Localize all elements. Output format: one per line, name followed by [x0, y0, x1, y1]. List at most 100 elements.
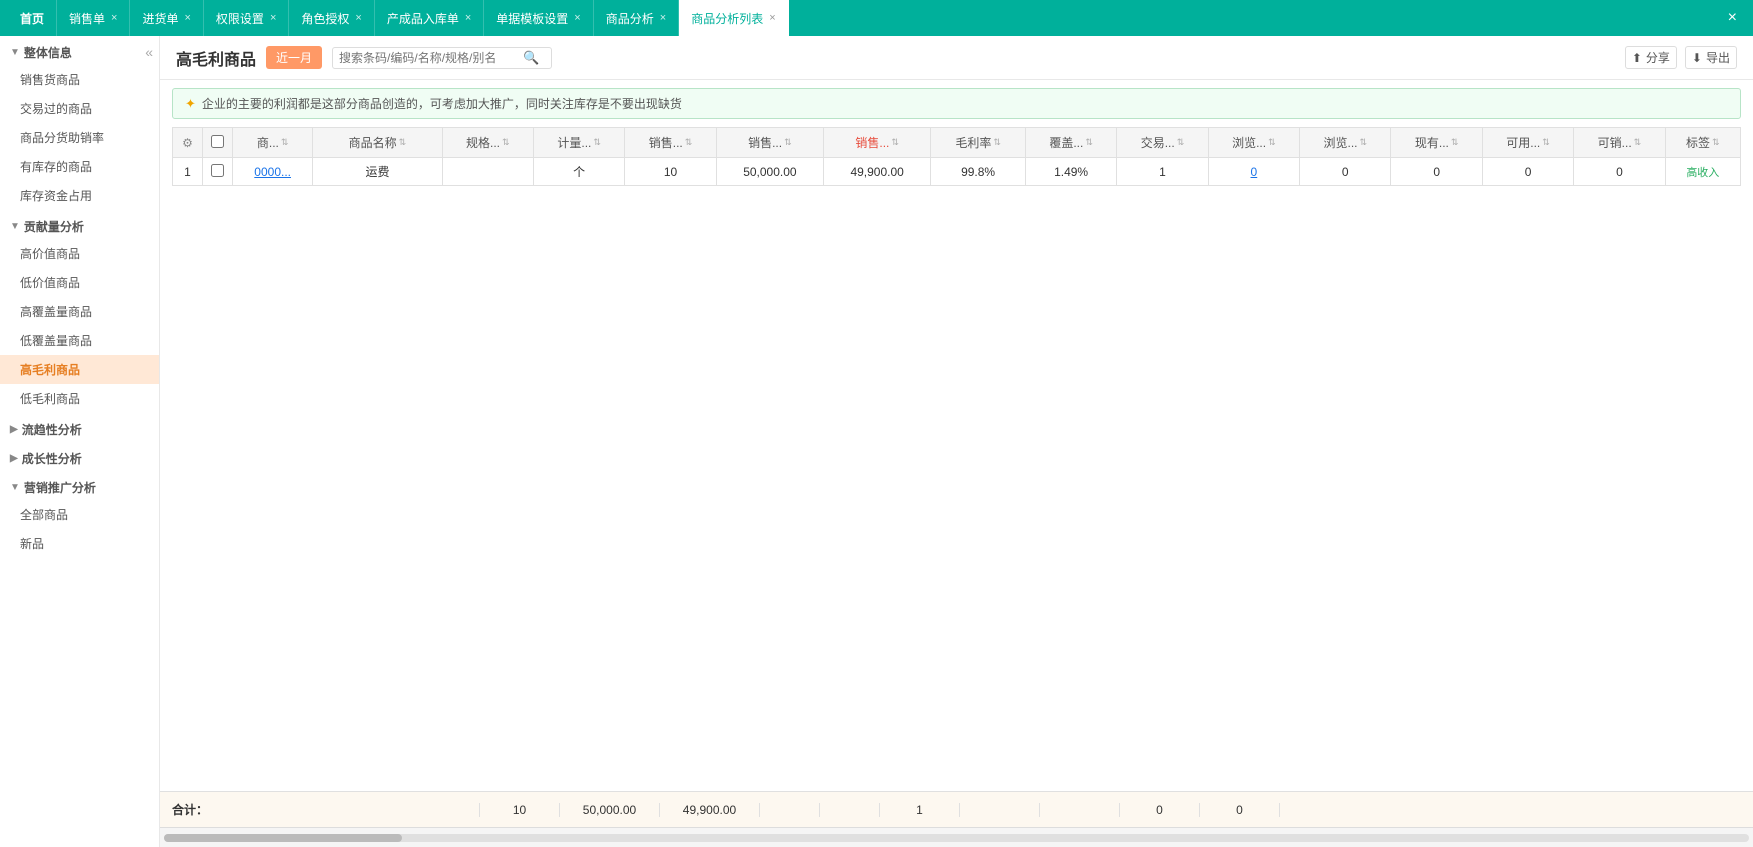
nav-tab-analysis-list-close[interactable]: × [769, 12, 775, 24]
sidebar-group-trend[interactable]: ▶ 流趋性分析 [0, 413, 159, 442]
sidebar-collapse-button[interactable]: « [145, 44, 153, 60]
data-table: ⚙ 商...⇅ 商品名称⇅ 规格...⇅ 计量...⇅ 销售...⇅ 销售...… [172, 127, 1741, 186]
gear-icon[interactable]: ⚙ [182, 136, 193, 150]
group-marketing-label: 营销推广分析 [24, 479, 96, 496]
group-trend-label: 流趋性分析 [22, 421, 82, 438]
col-unit[interactable]: 计量...⇅ [533, 128, 624, 158]
row-saleable: 0 [1574, 158, 1665, 186]
page-title: 高毛利商品 [176, 46, 256, 70]
col-trade[interactable]: 交易...⇅ [1117, 128, 1208, 158]
table-wrapper: ⚙ 商...⇅ 商品名称⇅ 规格...⇅ 计量...⇅ 销售...⇅ 销售...… [160, 127, 1753, 847]
share-button[interactable]: ⬆ 分享 [1625, 46, 1677, 69]
footer-label: 合计： [160, 801, 280, 818]
sidebar-item-high-coverage[interactable]: 高覆盖量商品 [0, 297, 159, 326]
col-browse2[interactable]: 浏览...⇅ [1300, 128, 1391, 158]
group-trend-arrow: ▶ [10, 424, 18, 435]
nav-tab-home[interactable]: 首页 [8, 0, 57, 36]
nav-tab-purchase[interactable]: 进货单 × [130, 0, 203, 36]
nav-tab-sales-close[interactable]: × [111, 12, 117, 24]
nav-tab-analysis-list[interactable]: 商品分析列表 × [679, 0, 788, 36]
nav-tab-template[interactable]: 单据模板设置 × [484, 0, 593, 36]
nav-role-label: 角色授权 [301, 10, 349, 27]
sidebar-item-low-coverage[interactable]: 低覆盖量商品 [0, 326, 159, 355]
sidebar-item-in-stock[interactable]: 有库存的商品 [0, 152, 159, 181]
sidebar-item-low-gross[interactable]: 低毛利商品 [0, 384, 159, 413]
content-header: 高毛利商品 近一月 🔍 ⬆ 分享 ⬇ 导出 [160, 36, 1753, 80]
footer-sales-amount: 50,000.00 [560, 803, 660, 817]
col-coverage[interactable]: 覆盖...⇅ [1025, 128, 1116, 158]
table-row: 1 0000... 运费 个 10 50,000.00 49,900.00 99… [173, 158, 1741, 186]
sidebar-group-growth[interactable]: ▶ 成长性分析 [0, 442, 159, 471]
group-overall-arrow: ▼ [10, 47, 20, 58]
group-overall-label: 整体信息 [24, 44, 72, 61]
share-icon: ⬆ [1632, 51, 1642, 65]
close-all-button[interactable]: × [1720, 9, 1745, 27]
sidebar-item-traded-goods[interactable]: 交易过的商品 [0, 94, 159, 123]
col-sales-amount[interactable]: 销售...⇅ [716, 128, 823, 158]
footer-available: 0 [1200, 803, 1280, 817]
nav-tab-analysis-close[interactable]: × [660, 12, 666, 24]
sidebar-item-stock-capital[interactable]: 库存资金占用 [0, 181, 159, 210]
nav-tab-inbound[interactable]: 产成品入库单 × [375, 0, 484, 36]
notice-bar: ✦ 企业的主要的利润都是这部分商品创造的，可考虑加大推广，同时关注库存是不要出现… [172, 88, 1741, 119]
sidebar-item-high-gross[interactable]: 高毛利商品 [0, 355, 159, 384]
row-check[interactable] [203, 158, 233, 186]
row-code[interactable]: 0000... [233, 158, 313, 186]
col-tag[interactable]: 标签⇅ [1665, 128, 1740, 158]
col-sales-cost[interactable]: 销售...⇅ [824, 128, 931, 158]
search-input[interactable] [339, 51, 519, 65]
nav-tab-role-close[interactable]: × [355, 12, 361, 24]
nav-analysis-label: 商品分析 [606, 10, 654, 27]
nav-tab-inbound-close[interactable]: × [465, 12, 471, 24]
sidebar-item-sales-rate[interactable]: 商品分货助销率 [0, 123, 159, 152]
sidebar-item-sales-goods[interactable]: 销售货商品 [0, 65, 159, 94]
col-current[interactable]: 现有...⇅ [1391, 128, 1482, 158]
row-current: 0 [1391, 158, 1482, 186]
share-label: 分享 [1646, 49, 1670, 66]
sidebar: « ▼ 整体信息 销售货商品 交易过的商品 商品分货助销率 有库存的商品 库存资… [0, 36, 160, 847]
row-browse1[interactable]: 0 [1208, 158, 1299, 186]
search-icon[interactable]: 🔍 [523, 50, 539, 66]
row-checkbox[interactable] [211, 164, 224, 177]
sidebar-group-overall[interactable]: ▼ 整体信息 [0, 36, 159, 65]
group-growth-arrow: ▶ [10, 453, 18, 464]
nav-tab-template-close[interactable]: × [574, 12, 580, 24]
col-spec[interactable]: 规格...⇅ [442, 128, 533, 158]
nav-tab-purchase-close[interactable]: × [184, 12, 190, 24]
row-sales-amount: 50,000.00 [716, 158, 823, 186]
sidebar-group-contribution[interactable]: ▼ 贡献量分析 [0, 210, 159, 239]
col-sales-qty[interactable]: 销售...⇅ [625, 128, 716, 158]
row-name: 运费 [313, 158, 442, 186]
col-name[interactable]: 商品名称⇅ [313, 128, 442, 158]
filter-recent-month-button[interactable]: 近一月 [266, 46, 322, 69]
nav-tab-analysis[interactable]: 商品分析 × [594, 0, 679, 36]
tag-value: 高收入 [1686, 167, 1719, 179]
nav-purchase-label: 进货单 [142, 10, 178, 27]
scrollbar-thumb[interactable] [164, 834, 402, 842]
bottom-scrollbar[interactable] [160, 827, 1753, 847]
footer-browse2-empty [1040, 803, 1120, 817]
row-spec [442, 158, 533, 186]
sidebar-item-low-value[interactable]: 低价值商品 [0, 268, 159, 297]
nav-tab-sales[interactable]: 销售单 × [57, 0, 130, 36]
col-browse1[interactable]: 浏览...⇅ [1208, 128, 1299, 158]
col-gear[interactable]: ⚙ [173, 128, 203, 158]
header-actions: ⬆ 分享 ⬇ 导出 [1625, 46, 1737, 69]
row-coverage: 1.49% [1025, 158, 1116, 186]
col-code[interactable]: 商...⇅ [233, 128, 313, 158]
select-all-checkbox[interactable] [211, 135, 224, 148]
nav-tab-permission[interactable]: 权限设置 × [204, 0, 289, 36]
export-button[interactable]: ⬇ 导出 [1685, 46, 1737, 69]
sidebar-item-new-goods[interactable]: 新品 [0, 529, 159, 558]
col-available[interactable]: 可用...⇅ [1482, 128, 1573, 158]
col-gross-rate[interactable]: 毛利率⇅ [931, 128, 1026, 158]
row-browse2: 0 [1300, 158, 1391, 186]
footer-gross-empty [760, 803, 820, 817]
col-saleable[interactable]: 可销...⇅ [1574, 128, 1665, 158]
nav-permission-label: 权限设置 [216, 10, 264, 27]
sidebar-item-all-goods[interactable]: 全部商品 [0, 500, 159, 529]
nav-tab-role[interactable]: 角色授权 × [289, 0, 374, 36]
sidebar-group-marketing[interactable]: ▼ 营销推广分析 [0, 471, 159, 500]
sidebar-item-high-value[interactable]: 高价值商品 [0, 239, 159, 268]
nav-tab-permission-close[interactable]: × [270, 12, 276, 24]
